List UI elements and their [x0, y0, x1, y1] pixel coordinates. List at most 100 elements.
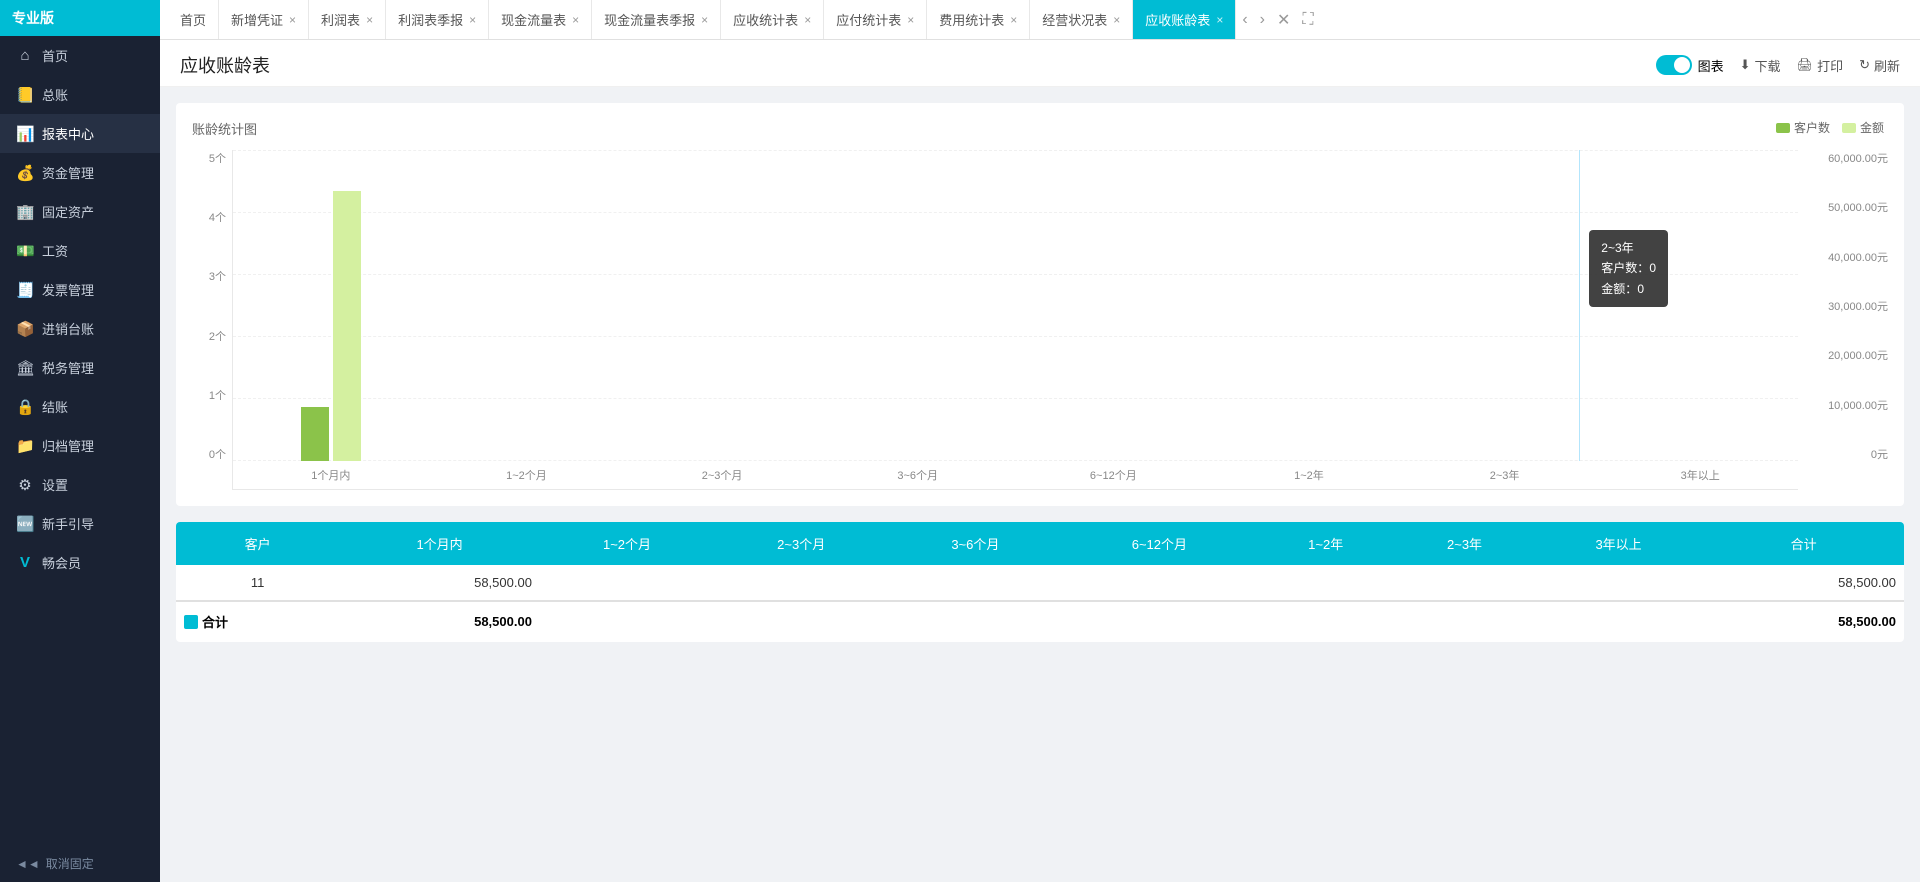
footer-m1: 58,500.00: [339, 601, 540, 642]
salary-icon: 💵: [16, 242, 34, 260]
tab-prev-button[interactable]: ‹: [1236, 0, 1253, 40]
footer-y1-2: [1256, 601, 1395, 642]
footer-label-text: 合计: [202, 612, 228, 631]
toggle-knob[interactable]: [1656, 55, 1692, 75]
tab-expense-stat-close[interactable]: ×: [1010, 13, 1017, 27]
y-axis-left: 5个 4个 3个 2个 1个 0个: [192, 150, 232, 490]
sidebar-item-funds[interactable]: 💰 资金管理: [0, 153, 160, 192]
footer-y3plus: [1534, 601, 1703, 642]
sidebar-item-home[interactable]: ⌂ 首页: [0, 36, 160, 75]
chart-section: 账龄统计图 客户数 金额 5个 4个 3个 2个 1个: [176, 103, 1904, 506]
sidebar-item-invoice[interactable]: 🧾 发票管理: [0, 270, 160, 309]
tab-new-voucher[interactable]: 新增凭证 ×: [219, 0, 309, 40]
tab-aging[interactable]: 应收账龄表 ×: [1133, 0, 1236, 40]
tab-new-voucher-label: 新增凭证: [231, 10, 283, 29]
sidebar-label-invoice: 发票管理: [42, 280, 94, 299]
col-y1-2: 1~2年: [1256, 522, 1395, 565]
bars-container: [233, 150, 1798, 461]
tab-profit-quarterly[interactable]: 利润表季报 ×: [386, 0, 489, 40]
x-label-7: 3年以上: [1602, 461, 1798, 489]
cell-y2-3: [1395, 565, 1534, 601]
assets-icon: 🏢: [16, 203, 34, 221]
data-table: 客户 1个月内 1~2个月 2~3个月 3~6个月 6~12个月 1~2年 2~…: [176, 522, 1904, 642]
cell-m6-12: [1062, 565, 1256, 601]
tab-payable-stat-label: 应付统计表: [836, 10, 901, 29]
tab-cashflow[interactable]: 现金流量表 ×: [489, 0, 592, 40]
tax-icon: 🏛: [16, 359, 34, 377]
chart-wrapper: 5个 4个 3个 2个 1个 0个: [192, 150, 1888, 490]
tab-receivable-stat[interactable]: 应收统计表 ×: [721, 0, 824, 40]
tab-home[interactable]: 首页: [168, 0, 219, 40]
col-m3-6: 3~6个月: [888, 522, 1062, 565]
sidebar-item-archive[interactable]: 📁 归档管理: [0, 426, 160, 465]
sidebar-label-close: 结账: [42, 397, 68, 416]
footer-total: 58,500.00: [1703, 601, 1904, 642]
chart-toggle[interactable]: 图表: [1656, 55, 1724, 75]
sidebar-item-guide[interactable]: 🆕 新手引导: [0, 504, 160, 543]
tab-profit-label: 利润表: [321, 10, 360, 29]
sidebar-label-home: 首页: [42, 46, 68, 65]
sidebar-item-tax[interactable]: 🏛 税务管理: [0, 348, 160, 387]
cell-m1: 58,500.00: [339, 565, 540, 601]
tab-expense-stat-label: 费用统计表: [939, 10, 1004, 29]
x-label-5: 1~2年: [1211, 461, 1407, 489]
tab-aging-label: 应收账龄表: [1145, 10, 1210, 29]
tab-cashflow-label: 现金流量表: [501, 10, 566, 29]
legend-customers: 客户数: [1776, 119, 1830, 136]
sidebar-item-settings[interactable]: ⚙ 设置: [0, 465, 160, 504]
sidebar-label-funds: 资金管理: [42, 163, 94, 182]
x-label-6: 2~3年: [1407, 461, 1603, 489]
refresh-icon: ↻: [1859, 57, 1870, 73]
tab-next-button[interactable]: ›: [1254, 0, 1271, 40]
tab-new-voucher-close[interactable]: ×: [289, 13, 296, 27]
chart-title: 账龄统计图: [192, 119, 1888, 138]
y-axis-right: 60,000.00元 50,000.00元 40,000.00元 30,000.…: [1798, 150, 1888, 490]
refresh-button[interactable]: ↻ 刷新: [1859, 56, 1900, 75]
sidebar-item-close[interactable]: 🔒 结账: [0, 387, 160, 426]
tab-business-stat-close[interactable]: ×: [1113, 13, 1120, 27]
x-label-4: 6~12个月: [1016, 461, 1212, 489]
tab-cashflow-quarterly[interactable]: 现金流量表季报 ×: [592, 0, 721, 40]
x-label-3: 3~6个月: [820, 461, 1016, 489]
toggle-label: 图表: [1698, 56, 1724, 75]
x-label-0: 1个月内: [233, 461, 429, 489]
sidebar-item-assets[interactable]: 🏢 固定资产: [0, 192, 160, 231]
tab-receivable-stat-close[interactable]: ×: [804, 13, 811, 27]
sidebar-item-salary[interactable]: 💵 工资: [0, 231, 160, 270]
tab-payable-stat[interactable]: 应付统计表 ×: [824, 0, 927, 40]
tab-cashflow-close[interactable]: ×: [572, 13, 579, 27]
legend-customers-color: [1776, 123, 1790, 133]
tab-profit-quarterly-label: 利润表季报: [398, 10, 463, 29]
footer-label: 合计: [176, 601, 339, 642]
x-label-1: 1~2个月: [429, 461, 625, 489]
tab-cashflow-quarterly-close[interactable]: ×: [701, 13, 708, 27]
sidebar-label-assets: 固定资产: [42, 202, 94, 221]
table-row: 11 58,500.00 58,500.00: [176, 565, 1904, 601]
unpin-label: 取消固定: [46, 855, 94, 872]
total-icon-square: [184, 615, 198, 629]
legend-amount-color: [1842, 123, 1856, 133]
sidebar-item-ledger[interactable]: 📒 总账: [0, 75, 160, 114]
ledger-icon: 📒: [16, 86, 34, 104]
funds-icon: 💰: [16, 164, 34, 182]
tab-expense-stat[interactable]: 费用统计表 ×: [927, 0, 1030, 40]
bar-customers-0: [301, 407, 329, 461]
sidebar-item-reports[interactable]: 📊 报表中心: [0, 114, 160, 153]
tab-payable-stat-close[interactable]: ×: [907, 13, 914, 27]
tab-profit-close[interactable]: ×: [366, 13, 373, 27]
tab-business-stat[interactable]: 经营状况表 ×: [1030, 0, 1133, 40]
download-button[interactable]: ⬇ 下载: [1740, 56, 1781, 75]
sidebar-item-member[interactable]: V 畅会员: [0, 543, 160, 582]
cell-m2-3: [714, 565, 888, 601]
tab-bar: 首页 新增凭证 × 利润表 × 利润表季报 × 现金流量表 × 现金流量表季报 …: [160, 0, 1920, 40]
print-button[interactable]: 🖨 打印: [1797, 56, 1844, 75]
print-label: 打印: [1817, 56, 1843, 75]
col-y2-3: 2~3年: [1395, 522, 1534, 565]
unpin-button[interactable]: ◄◄ 取消固定: [0, 845, 160, 882]
tab-profit-quarterly-close[interactable]: ×: [469, 13, 476, 27]
tab-close-all-button[interactable]: ✕: [1271, 0, 1296, 40]
tab-profit[interactable]: 利润表 ×: [309, 0, 386, 40]
sidebar-item-inventory[interactable]: 📦 进销台账: [0, 309, 160, 348]
tab-maximize-button[interactable]: ⛶: [1296, 0, 1319, 40]
tab-aging-close[interactable]: ×: [1216, 13, 1223, 27]
